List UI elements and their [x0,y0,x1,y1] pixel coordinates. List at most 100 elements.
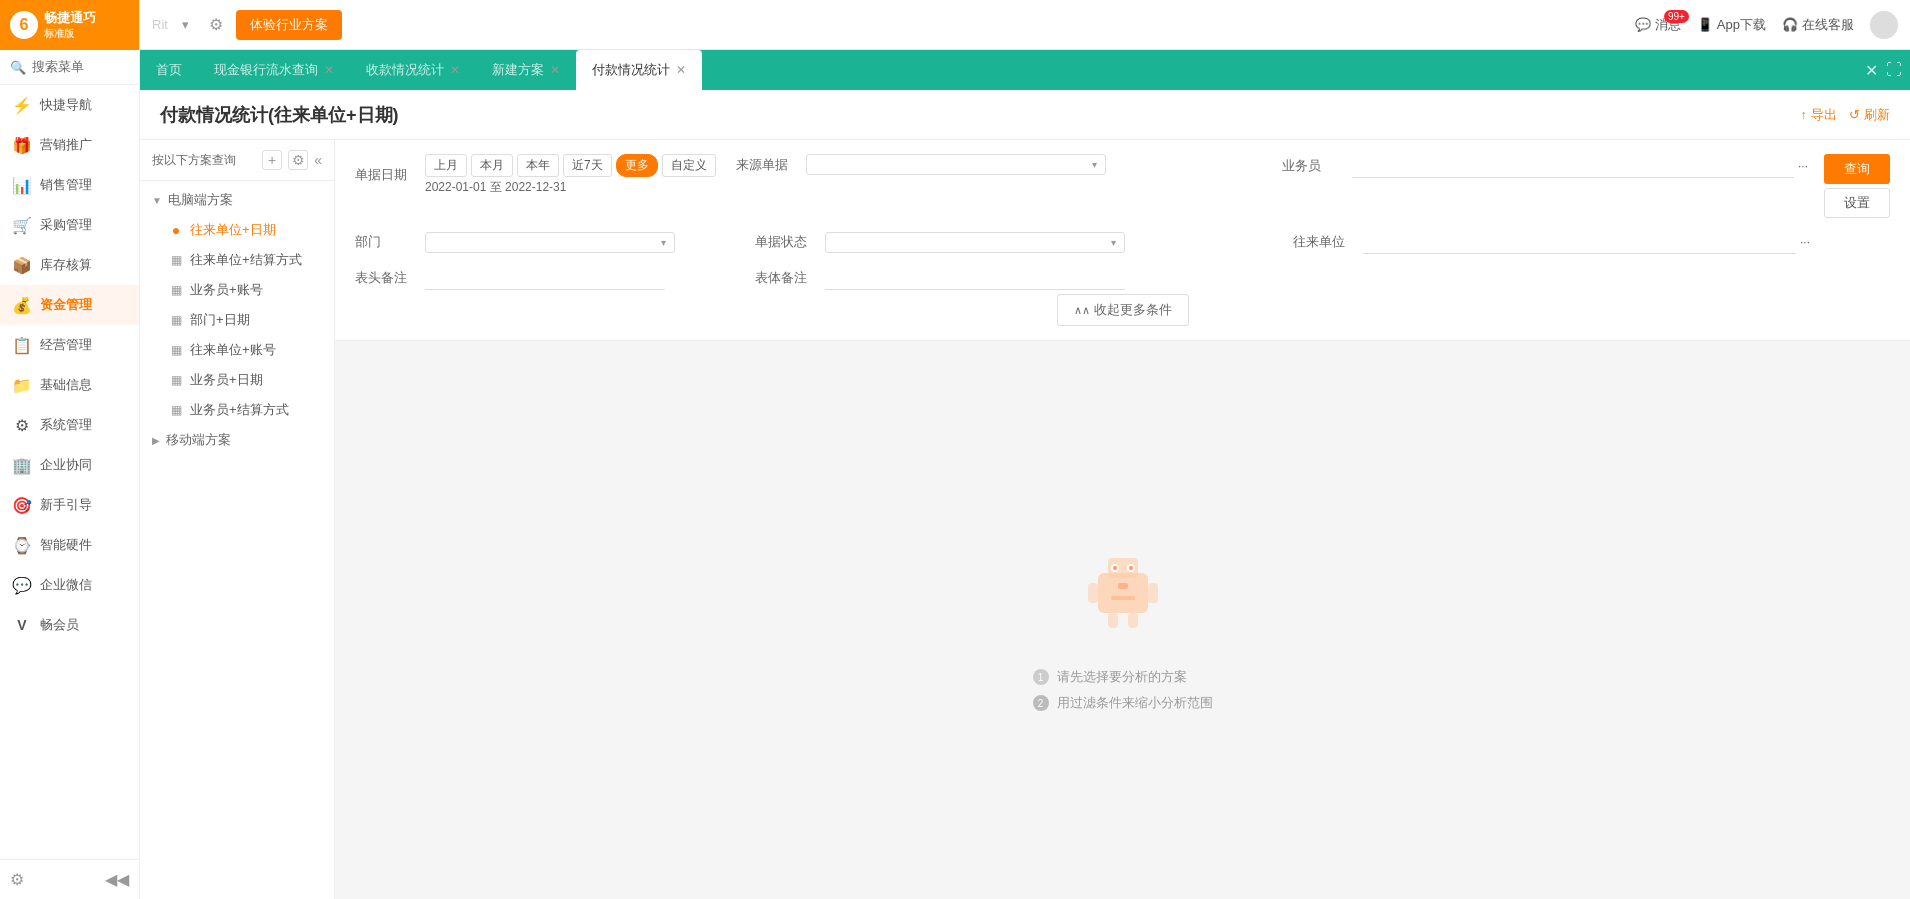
scheme-unit-settle-icon: ▦ [168,252,184,268]
source-select[interactable]: ▾ [806,154,1106,175]
dept-select[interactable]: ▾ [425,232,675,253]
collapse-more-btn[interactable]: ∧∧ 收起更多条件 [1057,294,1189,326]
left-panel-header: 按以下方案查询 + ⚙ « [140,140,334,181]
scheme-unit-settle[interactable]: ▦ 往来单位+结算方式 [140,245,334,275]
date-btn-this-month[interactable]: 本月 [471,154,513,177]
sidebar-item-operation[interactable]: 📋 经营管理 [0,325,139,365]
scheme-dept-date-icon: ▦ [168,312,184,328]
scheme-dept-date-label: 部门+日期 [190,311,250,329]
staff-input[interactable] [1352,154,1794,178]
tab-actions: ✕ ⛶ [1857,50,1910,90]
date-btn-last-7days[interactable]: 近7天 [563,154,612,177]
collapse-sidebar-icon[interactable]: ◀◀ [105,870,129,889]
scheme-unit-account-icon: ▦ [168,342,184,358]
collapse-left-panel-btn[interactable]: « [314,152,322,168]
tab-receipt-close-icon[interactable]: ✕ [450,63,460,77]
sales-icon: 📊 [12,175,32,195]
tab-new[interactable]: 新建方案 ✕ [476,50,576,90]
sidebar-item-search[interactable]: 🔍 搜索菜单 [0,50,139,85]
refresh-icon: ↺ [1849,107,1860,122]
staff-more-btn[interactable]: ··· [1798,159,1808,173]
pc-scheme-arrow-icon: ▼ [152,195,162,206]
app-download-btn[interactable]: 📱 App下载 [1697,16,1766,34]
table-body-note-input[interactable] [825,266,1125,290]
sales-label: 销售管理 [40,176,92,194]
sidebar-item-marketing[interactable]: 🎁 营销推广 [0,125,139,165]
inventory-label: 库存核算 [40,256,92,274]
tab-receipt[interactable]: 收款情况统计 ✕ [350,50,476,90]
scheme-staff-settle[interactable]: ▦ 业务员+结算方式 [140,395,334,425]
date-btn-this-year[interactable]: 本年 [517,154,559,177]
online-service-btn[interactable]: 🎧 在线客服 [1782,16,1854,34]
tip-1-text: 请先选择要分析的方案 [1057,668,1187,686]
sidebar-item-guide[interactable]: 🎯 新手引导 [0,485,139,525]
unit-input[interactable] [1363,230,1796,254]
topbar-dropdown-icon[interactable]: ▾ [176,15,196,35]
sidebar-item-quick-nav[interactable]: ⚡ 快捷导航 [0,85,139,125]
svg-rect-0 [1098,573,1148,613]
bill-status-select[interactable]: ▾ [825,232,1125,253]
scheme-unit-date[interactable]: ● 往来单位+日期 [140,215,334,245]
tab-expand-icon[interactable]: ⛶ [1886,61,1902,79]
query-btn[interactable]: 查询 [1824,154,1890,184]
message-badge: 99+ [1664,10,1689,23]
logo-icon: 6 [10,11,38,39]
search-icon: 🔍 [10,60,26,75]
tab-close-all-icon[interactable]: ✕ [1865,61,1878,80]
empty-illustration [1073,538,1173,638]
sidebar-item-finance[interactable]: 💰 资金管理 [0,285,139,325]
bill-status-arrow-icon: ▾ [1111,237,1116,248]
sidebar-item-basic[interactable]: 📁 基础信息 [0,365,139,405]
messages-btn[interactable]: 💬 消息 99+ [1635,16,1681,34]
add-scheme-btn[interactable]: + [262,150,282,170]
trial-btn[interactable]: 体验行业方案 [236,10,342,40]
operation-icon: 📋 [12,335,32,355]
sidebar-item-hardware[interactable]: ⌚ 智能硬件 [0,525,139,565]
sidebar-item-sales[interactable]: 📊 销售管理 [0,165,139,205]
empty-tip-2: 2 用过滤条件来缩小分析范围 [1033,694,1213,712]
scheme-dept-date[interactable]: ▦ 部门+日期 [140,305,334,335]
bill-date-label: 单据日期 [355,166,425,184]
sidebar-item-purchase[interactable]: 🛒 采购管理 [0,205,139,245]
sidebar: 6 畅捷通巧 标准版 🔍 搜索菜单 ⚡ 快捷导航 🎁 营销推广 📊 销售管理 🛒… [0,0,140,899]
sidebar-item-vip[interactable]: V 畅会员 [0,605,139,645]
tab-new-close-icon[interactable]: ✕ [550,63,560,77]
pc-scheme-group: ▼ 电脑端方案 ● 往来单位+日期 ▦ 往来单位+结算方式 ▦ 业务员+账号 ▦ [140,185,334,425]
collapse-up-icon: ∧∧ [1074,304,1090,317]
table-header-note-input[interactable] [425,266,665,290]
tip-num-1: 1 [1033,669,1049,685]
date-btn-custom[interactable]: 自定义 [662,154,716,177]
wechat-label: 企业微信 [40,576,92,594]
tab-bank[interactable]: 现金银行流水查询 ✕ [198,50,350,90]
date-btn-more[interactable]: 更多 [616,154,658,177]
sidebar-item-enterprise[interactable]: 🏢 企业协同 [0,445,139,485]
settings-icon[interactable]: ⚙ [10,870,24,889]
mobile-scheme-group-header[interactable]: ▶ 移动端方案 [140,425,334,455]
topbar-left: Rit ▾ ⚙ 体验行业方案 [152,10,342,40]
scheme-unit-account[interactable]: ▦ 往来单位+账号 [140,335,334,365]
tab-home[interactable]: 首页 [140,50,198,90]
setting-btn[interactable]: 设置 [1824,188,1890,218]
inventory-icon: 📦 [12,255,32,275]
export-btn[interactable]: ↑ 导出 [1801,106,1838,124]
mobile-scheme-arrow-icon: ▶ [152,435,160,446]
scheme-staff-date[interactable]: ▦ 业务员+日期 [140,365,334,395]
hardware-label: 智能硬件 [40,536,92,554]
tab-payment[interactable]: 付款情况统计 ✕ [576,50,702,90]
sidebar-item-system[interactable]: ⚙ 系统管理 [0,405,139,445]
unit-more-btn[interactable]: ··· [1800,235,1810,249]
topbar-gear-icon[interactable]: ⚙ [204,13,228,37]
refresh-btn[interactable]: ↺ 刷新 [1849,106,1890,124]
scheme-settings-btn[interactable]: ⚙ [288,150,308,170]
user-avatar[interactable] [1870,11,1898,39]
scheme-staff-account[interactable]: ▦ 业务员+账号 [140,275,334,305]
tab-payment-close-icon[interactable]: ✕ [676,63,686,77]
tab-bank-close-icon[interactable]: ✕ [324,63,334,77]
tab-receipt-label: 收款情况统计 [366,61,444,79]
sidebar-item-inventory[interactable]: 📦 库存核算 [0,245,139,285]
collapse-more-row: ∧∧ 收起更多条件 [355,294,1890,326]
sidebar-item-wechat[interactable]: 💬 企业微信 [0,565,139,605]
page-actions: ↑ 导出 ↺ 刷新 [1801,106,1891,124]
date-btn-last-month[interactable]: 上月 [425,154,467,177]
pc-scheme-group-header[interactable]: ▼ 电脑端方案 [140,185,334,215]
